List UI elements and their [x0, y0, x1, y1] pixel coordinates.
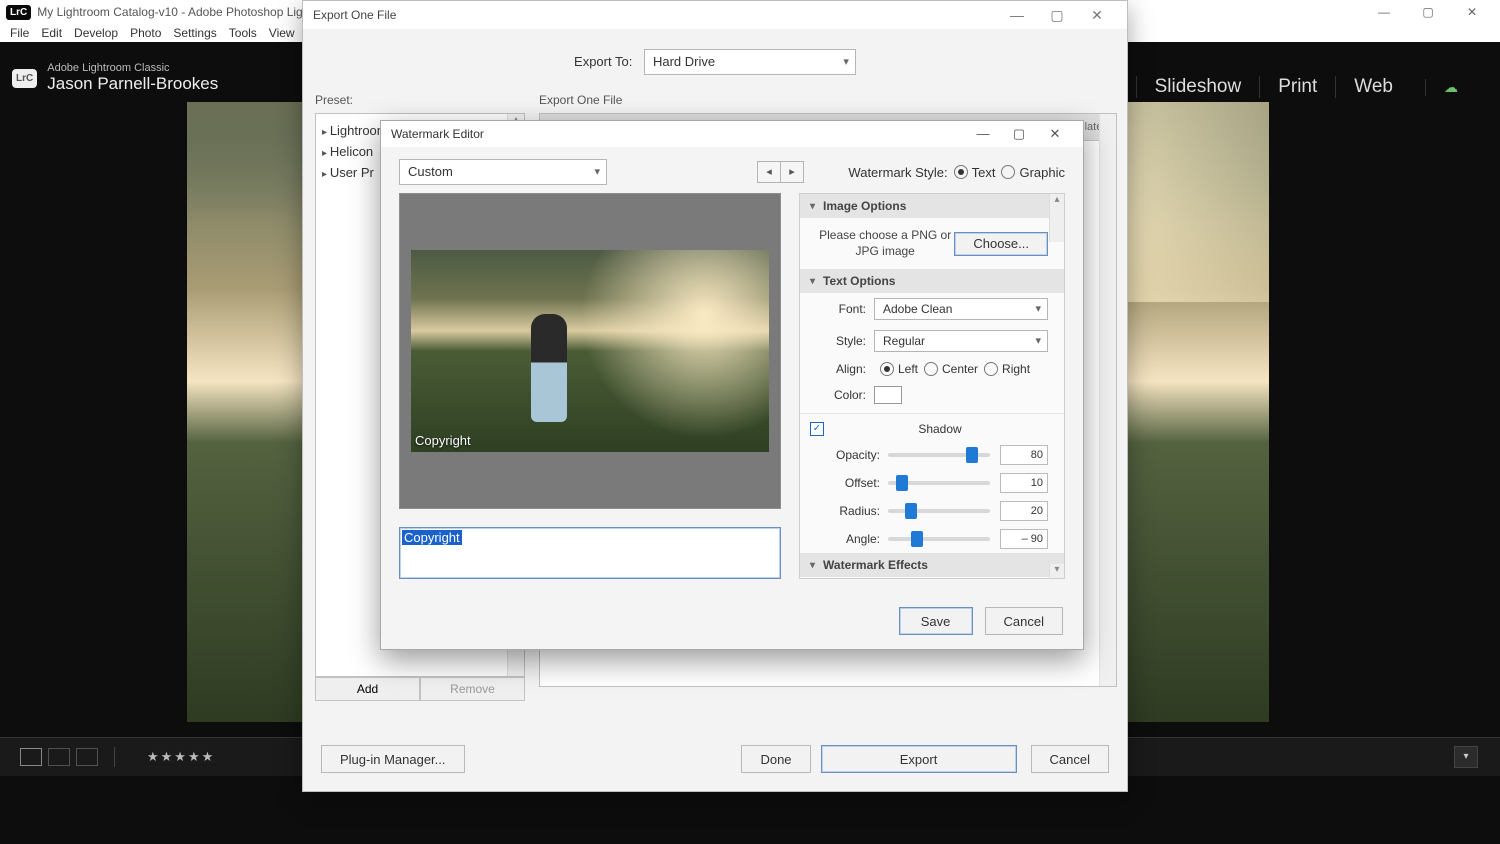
rating-stars[interactable]: ★★★★★ [147, 749, 215, 765]
save-button[interactable]: Save [899, 607, 973, 635]
close-icon[interactable]: ✕ [1450, 5, 1494, 19]
app-icon: LrC [6, 5, 31, 20]
maximize-icon[interactable]: ▢ [1406, 5, 1450, 19]
font-label: Font: [810, 302, 866, 316]
watermark-text-input[interactable]: Copyright [399, 527, 781, 579]
shadow-checkbox[interactable] [810, 422, 824, 436]
export-maximize-icon[interactable]: ▢ [1037, 7, 1077, 24]
settings-scrollbar[interactable] [1099, 114, 1116, 686]
module-print[interactable]: Print [1259, 76, 1335, 98]
menu-view[interactable]: View [263, 26, 301, 40]
minimize-icon[interactable]: — [1362, 5, 1406, 19]
menu-tools[interactable]: Tools [223, 26, 263, 40]
grid-view-icon[interactable] [20, 748, 42, 766]
section-image-options[interactable]: Image Options [800, 194, 1064, 218]
preview-image: Copyright [411, 250, 769, 452]
module-slideshow[interactable]: Slideshow [1136, 76, 1260, 98]
lrc-badge-icon: LrC [12, 69, 37, 88]
watermark-style-label: Watermark Style: [848, 165, 947, 180]
module-web[interactable]: Web [1335, 76, 1411, 98]
compare-view-icon[interactable] [48, 748, 70, 766]
font-style-label: Style: [810, 334, 866, 348]
done-button[interactable]: Done [741, 745, 810, 773]
watermark-options-panel: ▴ Image Options Please choose a PNG or J… [799, 193, 1065, 579]
watermark-preset-dropdown[interactable]: Custom [399, 159, 607, 185]
filmstrip-expand-icon[interactable]: ▾ [1454, 746, 1478, 768]
image-choose-message: Please choose a PNG or JPG image [816, 228, 954, 259]
angle-value[interactable]: – 90 [1000, 529, 1048, 549]
survey-view-icon[interactable] [76, 748, 98, 766]
menu-file[interactable]: File [4, 26, 35, 40]
preset-add-button[interactable]: Add [315, 677, 420, 701]
product-name: Adobe Lightroom Classic [47, 62, 218, 74]
export-to-label: Export To: [574, 54, 632, 69]
radius-label: Radius: [810, 504, 880, 518]
align-label: Align: [810, 362, 866, 376]
export-cancel-button[interactable]: Cancel [1031, 745, 1109, 773]
shadow-label: Shadow [832, 422, 1048, 436]
watermark-text-value: Copyright [402, 530, 462, 545]
next-image-icon[interactable]: ▸ [781, 162, 803, 182]
style-graphic-radio[interactable]: Graphic [1001, 165, 1065, 180]
identity-plate: LrC Adobe Lightroom Classic Jason Parnel… [0, 62, 218, 94]
wm-close-icon[interactable]: ✕ [1037, 126, 1073, 142]
plugin-manager-button[interactable]: Plug-in Manager... [321, 745, 465, 773]
preset-header: Preset: [315, 93, 525, 107]
watermark-dialog-titlebar: Watermark Editor — ▢ ✕ [381, 121, 1083, 147]
opacity-value[interactable]: 80 [1000, 445, 1048, 465]
options-scroll-down-icon[interactable]: ▾ [1049, 564, 1064, 578]
export-button[interactable]: Export [821, 745, 1017, 773]
watermark-cancel-button[interactable]: Cancel [985, 607, 1063, 635]
wm-maximize-icon[interactable]: ▢ [1001, 126, 1037, 142]
menu-develop[interactable]: Develop [68, 26, 124, 40]
offset-value[interactable]: 10 [1000, 473, 1048, 493]
app-window: LrC My Lightroom Catalog-v10 - Adobe Pho… [0, 0, 1500, 844]
watermark-editor-dialog: Watermark Editor — ▢ ✕ Custom ◂ ▸ Waterm… [380, 120, 1084, 650]
choose-image-button[interactable]: Choose... [954, 232, 1048, 256]
preview-subject [531, 314, 567, 422]
opacity-slider[interactable] [888, 453, 990, 457]
export-dialog-titlebar: Export One File — ▢ ✕ [303, 1, 1127, 29]
user-name: Jason Parnell-Brookes [47, 74, 218, 94]
color-label: Color: [810, 388, 866, 402]
align-right-radio[interactable]: Right [984, 362, 1030, 376]
preview-nav: ◂ ▸ [757, 161, 804, 183]
angle-slider[interactable] [888, 537, 990, 541]
export-close-icon[interactable]: ✕ [1077, 7, 1117, 24]
offset-slider[interactable] [888, 481, 990, 485]
style-text-radio[interactable]: Text [954, 165, 996, 180]
options-scroll-up-icon[interactable]: ▴ [1049, 194, 1064, 242]
settings-header: Export One File [539, 93, 1117, 107]
color-swatch[interactable] [874, 386, 902, 404]
section-text-options[interactable]: Text Options [800, 269, 1064, 293]
align-left-radio[interactable]: Left [880, 362, 918, 376]
wm-minimize-icon[interactable]: — [965, 126, 1001, 142]
font-style-dropdown[interactable]: Regular [874, 330, 1048, 352]
menu-settings[interactable]: Settings [167, 26, 222, 40]
divider [114, 747, 115, 767]
menu-edit[interactable]: Edit [35, 26, 68, 40]
export-dialog-title: Export One File [313, 8, 396, 22]
align-center-radio[interactable]: Center [924, 362, 978, 376]
main-window-title: My Lightroom Catalog-v10 - Adobe Photosh… [37, 5, 330, 19]
opacity-label: Opacity: [810, 448, 880, 462]
export-minimize-icon[interactable]: — [997, 7, 1037, 24]
font-dropdown[interactable]: Adobe Clean [874, 298, 1048, 320]
radius-slider[interactable] [888, 509, 990, 513]
preset-remove-button: Remove [420, 677, 525, 701]
radius-value[interactable]: 20 [1000, 501, 1048, 521]
cloud-sync-icon[interactable]: ☁ [1425, 79, 1476, 96]
menu-photo[interactable]: Photo [124, 26, 167, 40]
export-to-dropdown[interactable]: Hard Drive [644, 49, 856, 75]
watermark-preview: Copyright [399, 193, 781, 509]
section-watermark-effects[interactable]: Watermark Effects [800, 553, 1064, 577]
angle-label: Angle: [810, 532, 880, 546]
watermark-dialog-title: Watermark Editor [391, 127, 484, 141]
prev-image-icon[interactable]: ◂ [758, 162, 781, 182]
preview-watermark-text: Copyright [415, 433, 471, 448]
offset-label: Offset: [810, 476, 880, 490]
